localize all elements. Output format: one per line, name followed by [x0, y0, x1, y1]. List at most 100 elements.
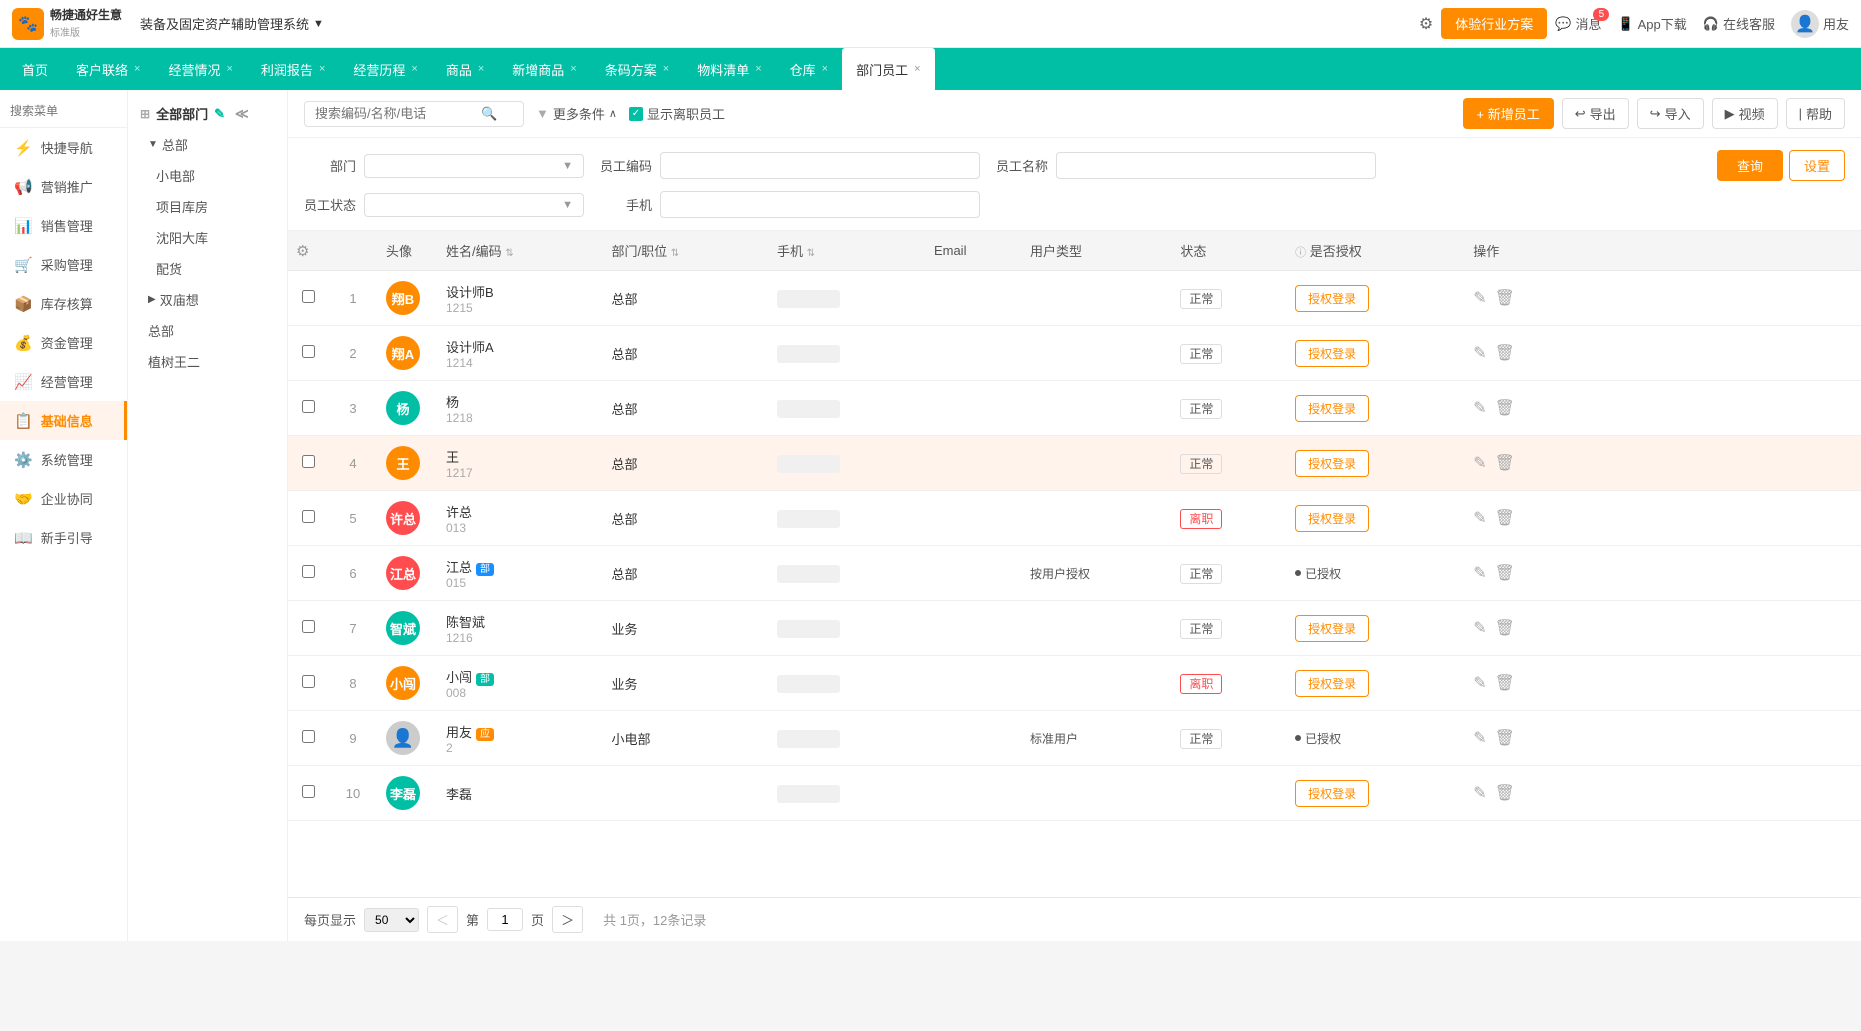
- sort-icon[interactable]: ⇅: [671, 248, 679, 259]
- sidebar-item-business-mgmt[interactable]: 📈 经营管理: [0, 362, 127, 401]
- sidebar-item-sales[interactable]: 📊 销售管理: [0, 206, 127, 245]
- close-icon[interactable]: ×: [411, 63, 417, 75]
- auth-button[interactable]: 授权登录: [1295, 615, 1369, 642]
- employee-name-input[interactable]: [1056, 152, 1376, 179]
- close-icon[interactable]: ×: [663, 63, 669, 75]
- system-selector[interactable]: 装备及固定资产辅助管理系统 ▼: [140, 14, 1403, 33]
- dept-select[interactable]: ▼: [364, 154, 584, 178]
- edit-icon[interactable]: ✎: [1473, 343, 1486, 363]
- close-icon[interactable]: ×: [478, 63, 484, 75]
- service-button[interactable]: 🎧 在线客服: [1703, 14, 1775, 33]
- video-button[interactable]: ▶ 视频: [1712, 98, 1778, 129]
- row-checkbox[interactable]: [302, 510, 315, 523]
- sidebar-item-finance[interactable]: 💰 资金管理: [0, 323, 127, 362]
- trial-button[interactable]: 体验行业方案: [1441, 8, 1547, 39]
- tab-warehouse[interactable]: 仓库 ×: [776, 48, 842, 90]
- phone-input[interactable]: [660, 191, 980, 218]
- row-checkbox[interactable]: [302, 290, 315, 303]
- auth-button[interactable]: 授权登录: [1295, 395, 1369, 422]
- dept-item-zongbu-root[interactable]: ▼ 总部: [128, 129, 287, 160]
- help-button[interactable]: | 帮助: [1786, 98, 1845, 129]
- row-checkbox[interactable]: [302, 620, 315, 633]
- tab-profit[interactable]: 利润报告 ×: [247, 48, 339, 90]
- close-icon[interactable]: ×: [226, 63, 232, 75]
- delete-icon[interactable]: 🗑: [1495, 563, 1515, 583]
- status-select[interactable]: ▼: [364, 193, 584, 217]
- delete-icon[interactable]: 🗑: [1495, 783, 1515, 803]
- next-page-button[interactable]: ＞: [552, 906, 583, 933]
- export-button[interactable]: ↩ 导出: [1562, 98, 1629, 129]
- tab-new-goods[interactable]: 新增商品 ×: [498, 48, 590, 90]
- edit-icon[interactable]: ✎: [214, 106, 225, 122]
- edit-icon[interactable]: ✎: [1473, 508, 1486, 528]
- settings-button[interactable]: 设置: [1789, 150, 1845, 181]
- auth-button[interactable]: 授权登录: [1295, 505, 1369, 532]
- add-employee-button[interactable]: + 新增员工: [1463, 98, 1554, 129]
- delete-icon[interactable]: 🗑: [1495, 728, 1515, 748]
- tab-customer[interactable]: 客户联络 ×: [62, 48, 154, 90]
- user-menu[interactable]: 👤 用友: [1791, 10, 1849, 38]
- row-checkbox[interactable]: [302, 730, 315, 743]
- delete-icon[interactable]: 🗑: [1495, 288, 1515, 308]
- delete-icon[interactable]: 🗑: [1495, 398, 1515, 418]
- sidebar-item-purchase[interactable]: 🛒 采购管理: [0, 245, 127, 284]
- page-number-input[interactable]: [487, 908, 523, 931]
- delete-icon[interactable]: 🗑: [1495, 453, 1515, 473]
- sidebar-item-basic[interactable]: 📋 基础信息: [0, 401, 127, 440]
- edit-icon[interactable]: ✎: [1473, 618, 1486, 638]
- row-checkbox[interactable]: [302, 675, 315, 688]
- search-input[interactable]: [315, 106, 475, 121]
- row-checkbox[interactable]: [302, 400, 315, 413]
- sort-icon[interactable]: ⇅: [505, 248, 513, 259]
- sidebar-search-input[interactable]: [10, 104, 128, 118]
- close-icon[interactable]: ×: [914, 63, 920, 75]
- tab-bom[interactable]: 物料清单 ×: [683, 48, 775, 90]
- sidebar-item-quick-nav[interactable]: ⚡ 快捷导航: [0, 128, 127, 167]
- more-filters-button[interactable]: ▼ 更多条件 ∧: [536, 104, 617, 123]
- auth-button[interactable]: 授权登录: [1295, 780, 1369, 807]
- tab-business[interactable]: 经营情况 ×: [154, 48, 246, 90]
- sidebar-item-marketing[interactable]: 📢 营销推广: [0, 167, 127, 206]
- message-button[interactable]: 💬 消息 5: [1555, 14, 1601, 33]
- close-icon[interactable]: ×: [570, 63, 576, 75]
- collapse-btn[interactable]: ≪: [235, 106, 249, 122]
- tab-goods[interactable]: 商品 ×: [432, 48, 498, 90]
- gear-icon[interactable]: ⚙: [1419, 14, 1433, 34]
- auth-button[interactable]: 授权登录: [1295, 285, 1369, 312]
- tab-home[interactable]: 首页: [8, 48, 62, 90]
- edit-icon[interactable]: ✎: [1473, 453, 1486, 473]
- tab-history[interactable]: 经营历程 ×: [339, 48, 431, 90]
- gear-icon[interactable]: ⚙: [296, 243, 309, 260]
- query-button[interactable]: 查询: [1717, 150, 1783, 181]
- import-button[interactable]: ↪ 导入: [1637, 98, 1704, 129]
- edit-icon[interactable]: ✎: [1473, 288, 1486, 308]
- app-download-button[interactable]: 📱 App下载: [1617, 14, 1686, 33]
- row-checkbox[interactable]: [302, 565, 315, 578]
- sort-icon[interactable]: ⇅: [807, 248, 815, 259]
- close-icon[interactable]: ×: [134, 63, 140, 75]
- edit-icon[interactable]: ✎: [1473, 398, 1486, 418]
- edit-icon[interactable]: ✎: [1473, 563, 1486, 583]
- employee-code-input[interactable]: [660, 152, 980, 179]
- dept-item-zhishu[interactable]: 植树王二: [128, 346, 287, 377]
- sidebar-item-guide[interactable]: 📖 新手引导: [0, 518, 127, 557]
- per-page-select[interactable]: 50 10 20 100: [364, 908, 419, 932]
- edit-icon[interactable]: ✎: [1473, 783, 1486, 803]
- auth-button[interactable]: 授权登录: [1295, 340, 1369, 367]
- dept-item-peihuo[interactable]: 配货: [128, 253, 287, 284]
- edit-icon[interactable]: ✎: [1473, 673, 1486, 693]
- dept-item-xiaodibu[interactable]: 小电部: [128, 160, 287, 191]
- prev-page-button[interactable]: ＜: [427, 906, 458, 933]
- close-icon[interactable]: ×: [319, 63, 325, 75]
- edit-icon[interactable]: ✎: [1473, 728, 1486, 748]
- tab-barcode[interactable]: 条码方案 ×: [591, 48, 683, 90]
- dept-item-shenyang[interactable]: 沈阳大库: [128, 222, 287, 253]
- close-icon[interactable]: ×: [755, 63, 761, 75]
- close-icon[interactable]: ×: [822, 63, 828, 75]
- row-checkbox[interactable]: [302, 785, 315, 798]
- show-resigned-checkbox[interactable]: ✓ 显示离职员工: [629, 104, 725, 123]
- delete-icon[interactable]: 🗑: [1495, 508, 1515, 528]
- dept-item-zongbu2[interactable]: 总部: [128, 315, 287, 346]
- sidebar-item-enterprise[interactable]: 🤝 企业协同: [0, 479, 127, 518]
- dept-item-shuangmiaoxiang[interactable]: ▶ 双庙想: [128, 284, 287, 315]
